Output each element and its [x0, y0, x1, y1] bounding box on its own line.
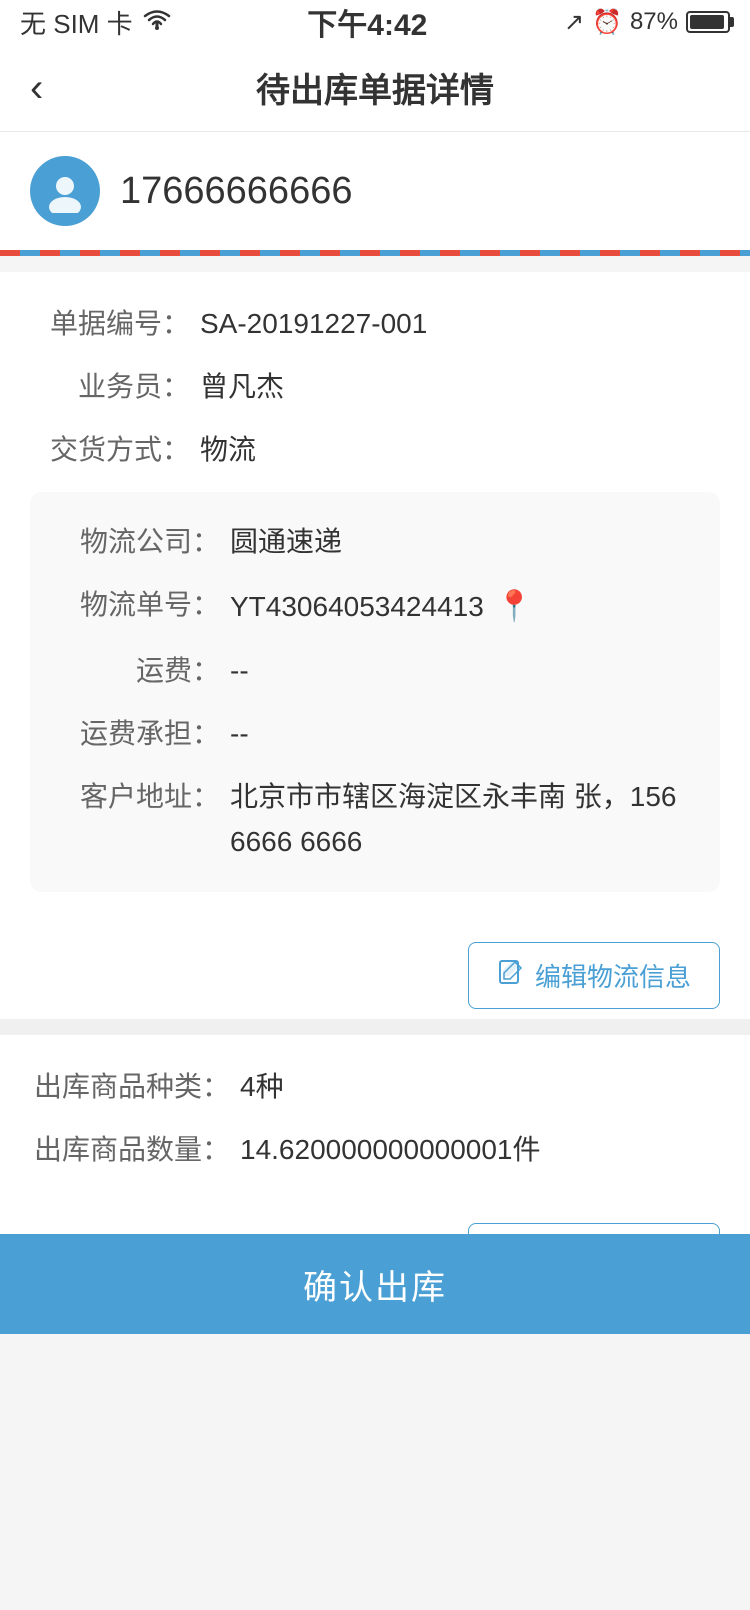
address-value: 北京市市辖区海淀区永丰南 张，156 6666 6666: [220, 775, 690, 865]
logistics-card: 物流公司： 圆通速递 物流单号： YT43064053424413 📍 运费： …: [30, 492, 720, 892]
goods-quantity-label: 出库商品数量：: [30, 1128, 230, 1173]
freight-bearer-value: --: [220, 712, 690, 757]
logistics-company-row: 物流公司： 圆通速递: [60, 520, 690, 565]
goods-quantity-value: 14.620000000000001件: [230, 1128, 720, 1173]
logistics-tracking-row: 物流单号： YT43064053424413 📍: [60, 583, 690, 631]
salesman-value: 曾凡杰: [190, 365, 720, 410]
goods-type-label: 出库商品种类：: [30, 1065, 230, 1110]
salesman-label: 业务员：: [30, 365, 190, 410]
edit-btn-row: 编辑物流信息: [0, 922, 750, 1019]
battery-icon: [686, 11, 730, 33]
gray-separator: [0, 1019, 750, 1035]
logistics-tracking-label: 物流单号：: [60, 583, 220, 628]
freight-bearer-row: 运费承担： --: [60, 712, 690, 757]
status-bar: 无 SIM 卡 下午4:42 ↗ ⏰ 87%: [0, 0, 750, 44]
status-time: 下午4:42: [307, 0, 427, 44]
edit-icon: [497, 958, 525, 993]
user-phone: 17666666666: [120, 170, 352, 213]
battery-percent: 87%: [630, 8, 678, 36]
logistics-company-label: 物流公司：: [60, 520, 220, 565]
delivery-method-row: 交货方式： 物流: [30, 428, 720, 473]
goods-type-value: 4种: [230, 1065, 720, 1110]
freight-row: 运费： --: [60, 649, 690, 694]
freight-bearer-label: 运费承担：: [60, 712, 220, 757]
address-label: 客户地址：: [60, 775, 220, 820]
order-number-label: 单据编号：: [30, 302, 190, 347]
alarm-icon: ⏰: [592, 8, 622, 37]
wifi-icon: [143, 7, 171, 38]
confirm-outbound-button[interactable]: 确认出库: [0, 1234, 750, 1334]
goods-section: 出库商品种类： 4种 出库商品数量： 14.620000000000001件: [0, 1035, 750, 1203]
gps-icon: ↗: [564, 8, 584, 37]
order-number-value: SA-20191227-001: [190, 302, 720, 347]
status-left: 无 SIM 卡: [20, 4, 171, 41]
order-number-row: 单据编号： SA-20191227-001: [30, 302, 720, 347]
delivery-method-value: 物流: [190, 428, 720, 473]
nav-bar: ‹ 待出库单据详情: [0, 44, 750, 132]
freight-label: 运费：: [60, 649, 220, 694]
carrier-label: 无 SIM 卡: [20, 4, 133, 41]
freight-value: --: [220, 649, 690, 694]
edit-btn-label: 编辑物流信息: [535, 957, 691, 994]
logistics-tracking-value: YT43064053424413 📍: [220, 583, 690, 631]
goods-type-row: 出库商品种类： 4种: [30, 1065, 720, 1110]
salesman-row: 业务员： 曾凡杰: [30, 365, 720, 410]
back-button[interactable]: ‹: [30, 68, 43, 108]
basic-info-section: 单据编号： SA-20191227-001 业务员： 曾凡杰 交货方式： 物流 …: [0, 272, 750, 922]
delivery-method-label: 交货方式：: [30, 428, 190, 473]
page-content: 17666666666 单据编号： SA-20191227-001 业务员： 曾…: [0, 132, 750, 1610]
goods-quantity-row: 出库商品数量： 14.620000000000001件: [30, 1128, 720, 1173]
dashed-divider: [0, 250, 750, 256]
address-row: 客户地址： 北京市市辖区海淀区永丰南 张，156 6666 6666: [60, 775, 690, 865]
bottom-spacer: [0, 1310, 750, 1510]
edit-logistics-button[interactable]: 编辑物流信息: [468, 942, 720, 1009]
location-icon[interactable]: 📍: [496, 583, 533, 631]
avatar: [30, 156, 100, 226]
user-header: 17666666666: [0, 132, 750, 250]
logistics-company-value: 圆通速递: [220, 520, 690, 565]
page-title: 待出库单据详情: [256, 63, 494, 112]
status-right: ↗ ⏰ 87%: [564, 8, 730, 37]
confirm-btn-label: 确认出库: [303, 1260, 447, 1309]
